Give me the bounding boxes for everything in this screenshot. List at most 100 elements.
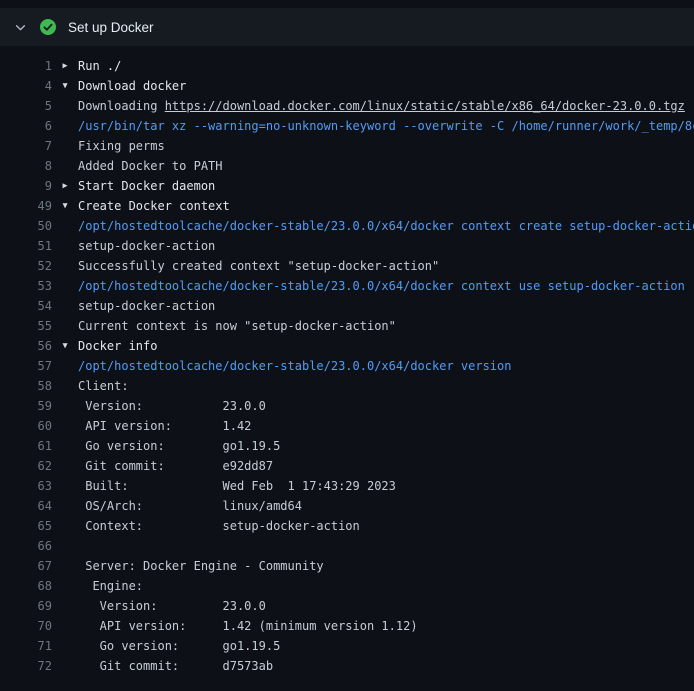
line-number[interactable]: 51 [0, 236, 52, 256]
log-line: 52Successfully created context "setup-do… [0, 256, 694, 276]
log-text: Context: setup-docker-action [78, 516, 694, 536]
log-line: 50/opt/hostedtoolcache/docker-stable/23.… [0, 216, 694, 236]
marker-spacer [52, 296, 78, 316]
marker-spacer [52, 236, 78, 256]
line-number[interactable]: 61 [0, 436, 52, 456]
log-line: 60 API version: 1.42 [0, 416, 694, 436]
marker-spacer [52, 596, 78, 616]
log-plain-text: Server: Docker Engine - Community [78, 559, 324, 573]
line-number[interactable]: 49 [0, 196, 52, 216]
log-line: 58Client: [0, 376, 694, 396]
line-number[interactable]: 59 [0, 396, 52, 416]
log-text: setup-docker-action [78, 236, 694, 256]
log-text: setup-docker-action [78, 296, 694, 316]
line-number[interactable]: 8 [0, 156, 52, 176]
line-number[interactable]: 69 [0, 596, 52, 616]
log-lines: 1▶Run ./4▼Download docker5Downloading ht… [0, 56, 694, 676]
group-expanded-icon[interactable]: ▼ [52, 336, 78, 356]
log-text: Version: 23.0.0 [78, 596, 694, 616]
log-line: 54 setup-docker-action [0, 296, 694, 316]
log-plain-text: Run ./ [78, 59, 121, 73]
log-text: Go version: go1.19.5 [78, 636, 694, 656]
line-number[interactable]: 65 [0, 516, 52, 536]
marker-spacer [52, 496, 78, 516]
line-number[interactable]: 64 [0, 496, 52, 516]
group-expanded-icon[interactable]: ▼ [52, 76, 78, 96]
log-command-text: /usr/bin/tar xz --warning=no-unknown-key… [78, 119, 694, 133]
step-title: Set up Docker [68, 20, 154, 35]
log-line[interactable]: 4▼Download docker [0, 76, 694, 96]
line-number[interactable]: 54 [0, 296, 52, 316]
line-number[interactable]: 1 [0, 56, 52, 76]
line-number[interactable]: 53 [0, 276, 52, 296]
line-number[interactable]: 57 [0, 356, 52, 376]
marker-spacer [52, 416, 78, 436]
marker-spacer [52, 616, 78, 636]
log-text: Download docker [78, 76, 694, 96]
line-number[interactable]: 58 [0, 376, 52, 396]
line-number[interactable]: 55 [0, 316, 52, 336]
log-text: Git commit: d7573ab [78, 656, 694, 676]
marker-spacer [52, 216, 78, 236]
log-plain-text: Start Docker daemon [78, 179, 215, 193]
log-line[interactable]: 56▼Docker info [0, 336, 694, 356]
line-number[interactable]: 50 [0, 216, 52, 236]
line-number[interactable]: 56 [0, 336, 52, 356]
log-plain-text: API version: 1.42 (minimum version 1.12) [78, 619, 418, 633]
log-line[interactable]: 49▼Create Docker context [0, 196, 694, 216]
step-header[interactable]: Set up Docker [0, 8, 694, 46]
line-number[interactable]: 67 [0, 556, 52, 576]
log-line: 72 Git commit: d7573ab [0, 656, 694, 676]
line-number[interactable]: 9 [0, 176, 52, 196]
log-plain-text: OS/Arch: linux/amd64 [78, 499, 302, 513]
log-text: Version: 23.0.0 [78, 396, 694, 416]
log-plain-text: Current context is now "setup-docker-act… [78, 319, 396, 333]
line-number[interactable]: 6 [0, 116, 52, 136]
group-collapsed-icon[interactable]: ▶ [52, 176, 78, 196]
marker-spacer [52, 276, 78, 296]
line-number[interactable]: 62 [0, 456, 52, 476]
success-check-icon [40, 19, 56, 35]
log-plain-text: Built: Wed Feb 1 17:43:29 2023 [78, 479, 396, 493]
log-line: 70 API version: 1.42 (minimum version 1.… [0, 616, 694, 636]
line-number[interactable]: 60 [0, 416, 52, 436]
line-number[interactable]: 63 [0, 476, 52, 496]
line-number[interactable]: 4 [0, 76, 52, 96]
log-plain-text: Create Docker context [78, 199, 230, 213]
log-line: 68 Engine: [0, 576, 694, 596]
log-text: OS/Arch: linux/amd64 [78, 496, 694, 516]
line-number[interactable]: 7 [0, 136, 52, 156]
log-line: 6/usr/bin/tar xz --warning=no-unknown-ke… [0, 116, 694, 136]
log-text: Added Docker to PATH [78, 156, 694, 176]
line-number[interactable]: 70 [0, 616, 52, 636]
log-text: Create Docker context [78, 196, 694, 216]
group-collapsed-icon[interactable]: ▶ [52, 56, 78, 76]
line-number[interactable]: 52 [0, 256, 52, 276]
log-plain-text: Docker info [78, 339, 157, 353]
log-line: 65 Context: setup-docker-action [0, 516, 694, 536]
log-line[interactable]: 9▶Start Docker daemon [0, 176, 694, 196]
line-number[interactable]: 5 [0, 96, 52, 116]
marker-spacer [52, 316, 78, 336]
line-number[interactable]: 66 [0, 536, 52, 556]
line-number[interactable]: 68 [0, 576, 52, 596]
log-command-text: /opt/hostedtoolcache/docker-stable/23.0.… [78, 219, 694, 233]
chevron-down-icon[interactable] [14, 21, 28, 34]
log-line: 64 OS/Arch: linux/amd64 [0, 496, 694, 516]
group-expanded-icon[interactable]: ▼ [52, 196, 78, 216]
marker-spacer [52, 376, 78, 396]
log-line: 7Fixing perms [0, 136, 694, 156]
log-link[interactable]: https://download.docker.com/linux/static… [165, 99, 685, 113]
marker-spacer [52, 116, 78, 136]
log-text: /opt/hostedtoolcache/docker-stable/23.0.… [78, 276, 694, 296]
line-number[interactable]: 72 [0, 656, 52, 676]
log-line[interactable]: 1▶Run ./ [0, 56, 694, 76]
log-text: Start Docker daemon [78, 176, 694, 196]
marker-spacer [52, 576, 78, 596]
log-plain-text: setup-docker-action [78, 299, 215, 313]
marker-spacer [52, 536, 78, 556]
log-line: 53/opt/hostedtoolcache/docker-stable/23.… [0, 276, 694, 296]
line-number[interactable]: 71 [0, 636, 52, 656]
log-text: Current context is now "setup-docker-act… [78, 316, 694, 336]
log-text: /opt/hostedtoolcache/docker-stable/23.0.… [78, 216, 694, 236]
